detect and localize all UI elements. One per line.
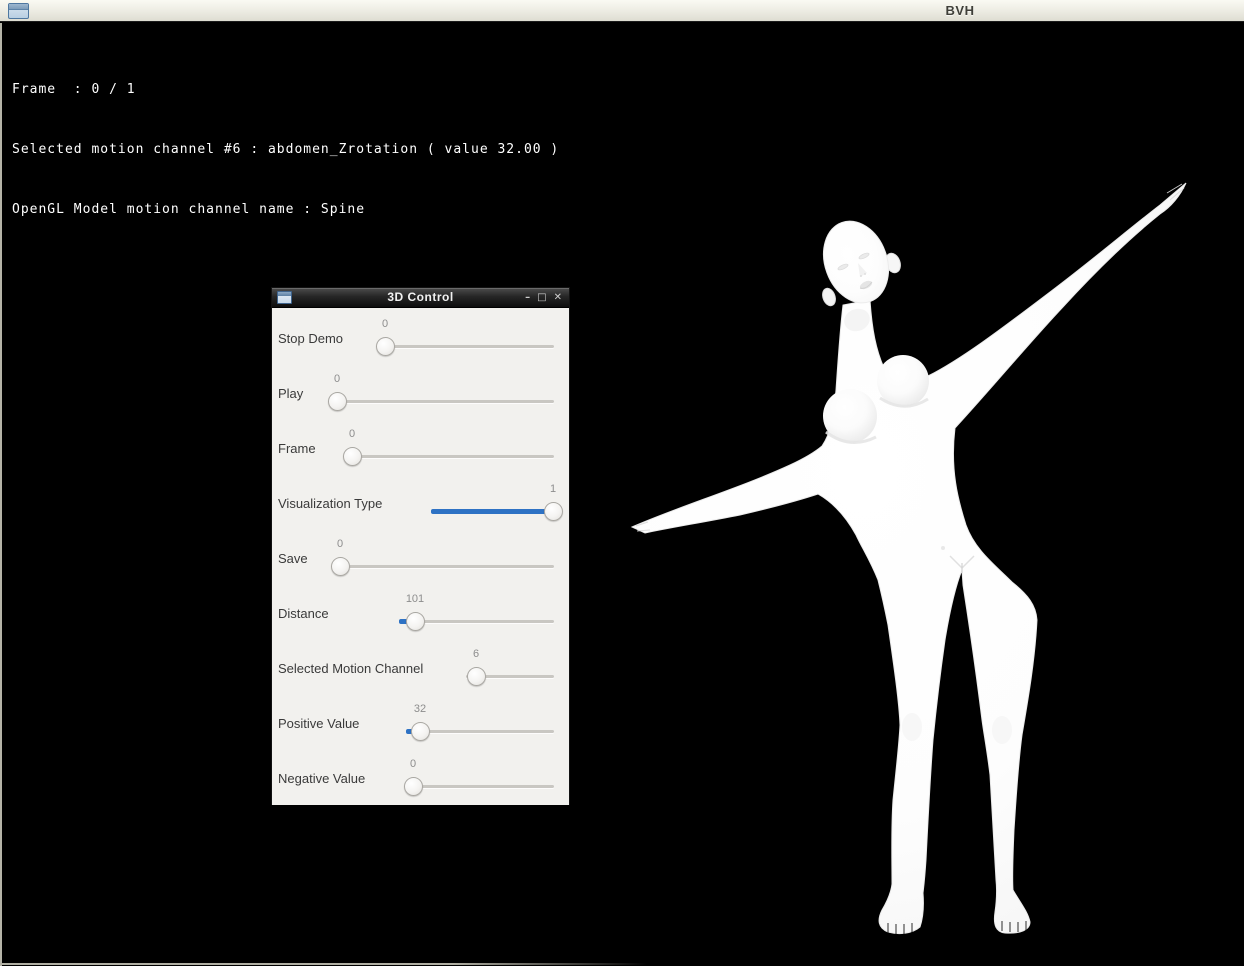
window-icon: [8, 3, 29, 19]
slider-track-stop-demo[interactable]: [376, 345, 554, 348]
slider-track-frame[interactable]: [343, 455, 554, 458]
window-frame-bottom: [0, 963, 647, 965]
slider-label-positive-value: Positive Value: [278, 716, 360, 731]
slider-track-negative-value[interactable]: [404, 785, 554, 788]
slider-value-positive-value: 32: [413, 703, 427, 715]
slider-handle-stop-demo[interactable]: [375, 337, 395, 356]
slider-value-frame: 0: [348, 428, 356, 440]
slider-handle-positive-value[interactable]: [410, 722, 430, 741]
panel-title: 3D Control: [387, 290, 454, 304]
slider-row-stop-demo: Stop Demo 0: [272, 311, 571, 366]
window-title-bar[interactable]: BVH: [0, 0, 1244, 22]
slider-label-save: Save: [278, 551, 308, 566]
opengl-viewport[interactable]: Frame : 0 / 1 Selected motion channel #6…: [0, 23, 1244, 966]
panel-body: Stop Demo 0 Play 0 Frame 0 Visualization…: [272, 308, 569, 805]
hud-line-frame: Frame : 0 / 1: [12, 82, 136, 97]
slider-label-distance: Distance: [278, 606, 329, 621]
slider-row-visualization-type: Visualization Type 1: [272, 476, 571, 531]
model-breast-left: [823, 389, 877, 443]
slider-value-stop-demo: 0: [381, 318, 389, 330]
slider-row-play: Play 0: [272, 366, 571, 421]
slider-handle-selected-motion-channel[interactable]: [466, 667, 486, 686]
model-ear-right: [885, 252, 901, 274]
slider-label-stop-demo: Stop Demo: [278, 331, 344, 346]
maximize-button[interactable]: □: [537, 293, 546, 303]
window-icon: [277, 291, 292, 304]
slider-row-save: Save 0: [272, 531, 571, 586]
model-face: [837, 252, 873, 290]
model-body: [630, 182, 1187, 935]
slider-row-distance: Distance 101: [272, 586, 571, 641]
3d-control-window: 3D Control – □ ✕ Stop Demo 0 Play 0 Fram…: [271, 287, 570, 805]
slider-track-play[interactable]: [328, 400, 554, 403]
slider-fill: [431, 509, 549, 514]
slider-value-distance: 101: [405, 593, 425, 605]
slider-label-frame: Frame: [278, 441, 316, 456]
slider-handle-distance[interactable]: [405, 612, 425, 631]
slider-label-selected-motion-channel: Selected Motion Channel: [278, 661, 424, 676]
slider-handle-negative-value[interactable]: [403, 777, 423, 796]
slider-label-play: Play: [278, 386, 304, 401]
window-frame-left: [0, 23, 2, 966]
slider-value-play: 0: [333, 373, 341, 385]
slider-value-selected-motion-channel: 6: [472, 648, 480, 660]
slider-handle-save[interactable]: [330, 557, 350, 576]
slider-value-negative-value: 0: [409, 758, 417, 770]
model-head: [823, 220, 889, 304]
slider-value-visualization-type: 1: [549, 483, 557, 495]
hud-overlay: Frame : 0 / 1 Selected motion channel #6…: [12, 40, 559, 260]
slider-value-save: 0: [336, 538, 344, 550]
slider-row-negative-value: Negative Value 0: [272, 751, 571, 806]
panel-window-buttons: – □ ✕: [525, 288, 562, 308]
model-breast-right: [877, 355, 929, 407]
minimize-button[interactable]: –: [525, 293, 530, 303]
slider-handle-play[interactable]: [327, 392, 347, 411]
hud-line-channel: Selected motion channel #6 : abdomen_Zro…: [12, 142, 560, 157]
slider-label-negative-value: Negative Value: [278, 771, 366, 786]
slider-handle-frame[interactable]: [342, 447, 362, 466]
slider-row-positive-value: Positive Value 32: [272, 696, 571, 751]
slider-label-visualization-type: Visualization Type: [278, 496, 383, 511]
window-title: BVH: [945, 3, 975, 18]
slider-handle-visualization-type[interactable]: [543, 502, 563, 521]
model-toes: [887, 921, 1027, 934]
3d-control-title-bar[interactable]: 3D Control – □ ✕: [272, 288, 569, 308]
hud-line-model: OpenGL Model motion channel name : Spine: [12, 202, 366, 217]
model-ear-left: [822, 287, 836, 307]
slider-row-selected-motion-channel: Selected Motion Channel 6: [272, 641, 571, 696]
slider-track-save[interactable]: [331, 565, 554, 568]
slider-row-frame: Frame 0: [272, 421, 571, 476]
close-button[interactable]: ✕: [554, 293, 562, 303]
